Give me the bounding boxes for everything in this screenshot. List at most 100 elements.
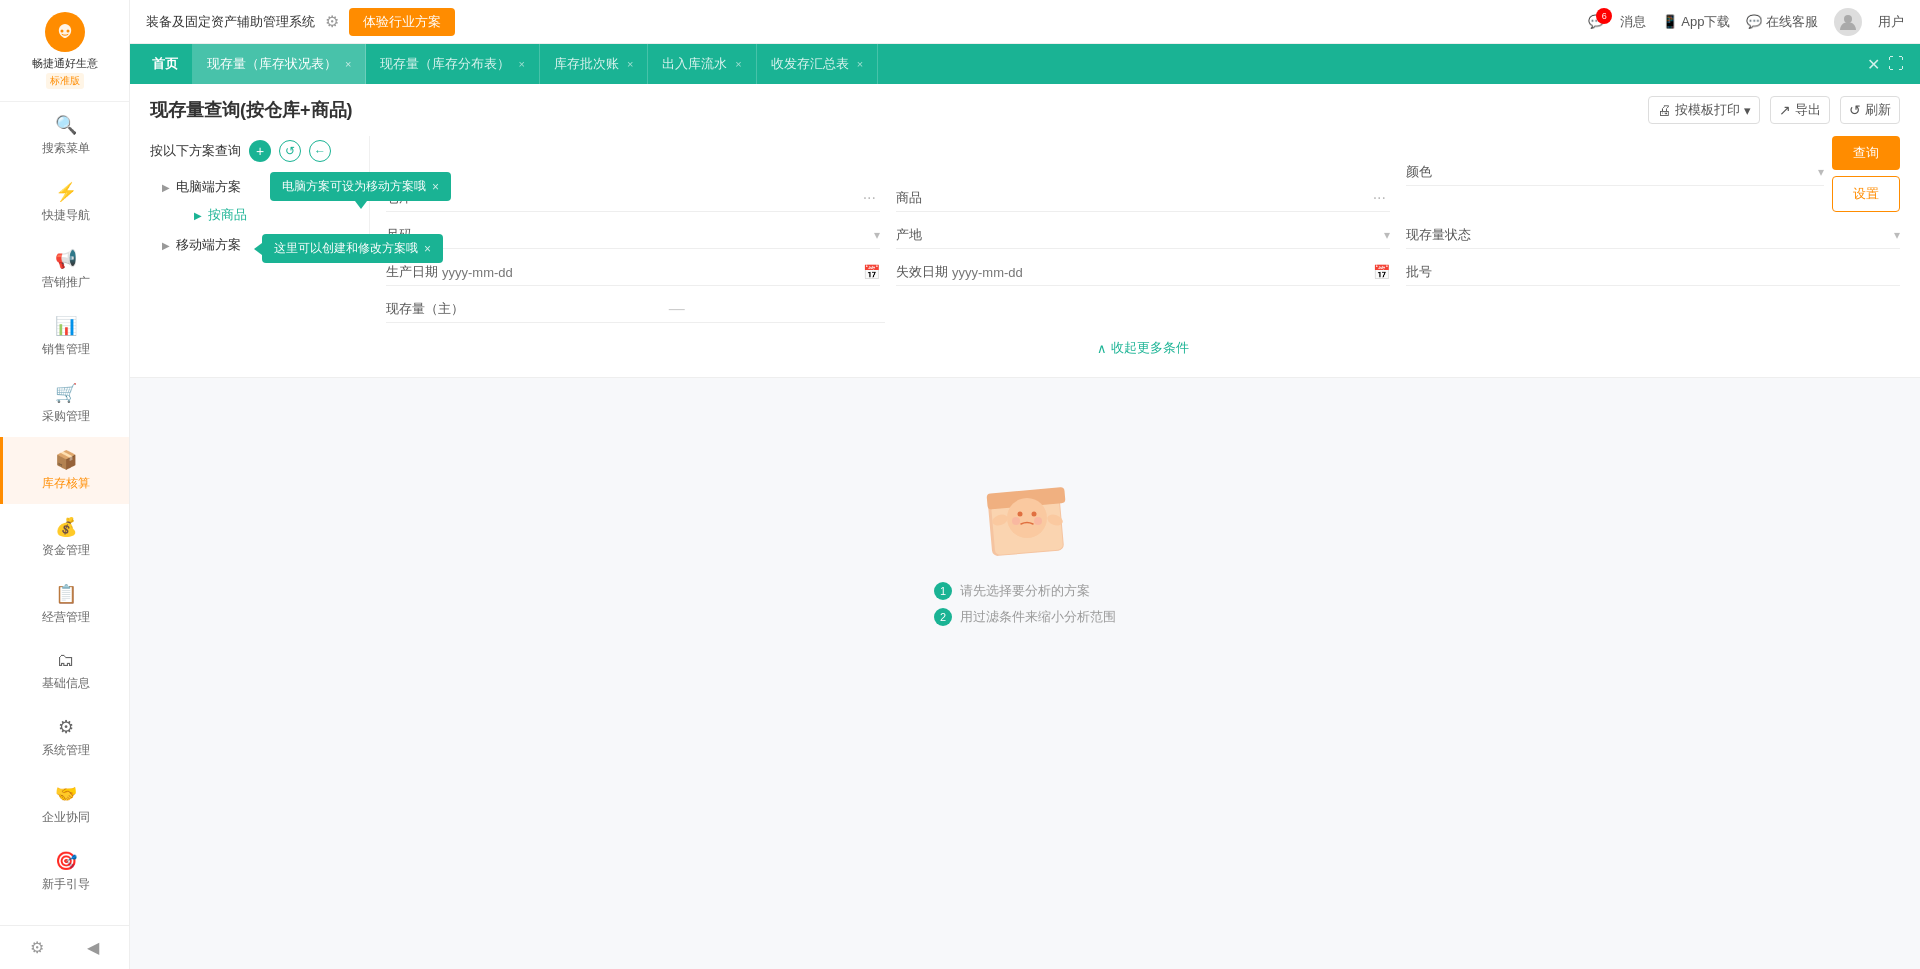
print-button[interactable]: 🖨 按模板打印 ▾ [1648,96,1760,124]
svg-point-7 [1018,512,1023,517]
stock-qty-dash: — [669,300,685,318]
size-dropdown[interactable]: ▾ [874,228,880,242]
system-icon: ⚙ [58,716,74,738]
page-title: 现存量查询(按仓库+商品) [150,98,353,122]
step1-num: 1 [934,582,952,600]
filter-label: 按以下方案查询 [150,142,241,160]
tab-close-all[interactable]: ✕ [1867,55,1880,74]
sidebar-item-operations[interactable]: 📋 经营管理 [0,571,129,638]
reset-button[interactable]: 设置 [1832,176,1900,212]
color-label: 颜色 [1406,163,1432,181]
user-avatar [1834,8,1862,36]
sidebar-item-label: 搜索菜单 [42,140,90,157]
batch-no-input[interactable] [1436,265,1900,280]
scheme-desktop-arrow: ▶ [162,182,170,193]
origin-dropdown[interactable]: ▾ [1384,228,1390,242]
origin-field: 产地 ▾ [896,226,1390,249]
tab-stock-status-label: 现存量（库存状况表） [207,55,337,73]
settings-footer-btn[interactable]: ⚙ [30,938,44,957]
tab-actions: ✕ ⛶ [1859,55,1912,74]
tab-batch[interactable]: 库存批次账 × [540,44,648,84]
online-service[interactable]: 💬 在线客服 [1746,13,1818,31]
tab-inout[interactable]: 出入库流水 × [648,44,756,84]
sidebar-item-basic[interactable]: 🗂 基础信息 [0,638,129,704]
tab-expand[interactable]: ⛶ [1888,55,1904,74]
finance-icon: 💰 [55,516,77,538]
tab-stock-dist-close[interactable]: × [518,58,524,70]
tooltip2-text: 这里可以创建和修改方案哦 [274,240,418,257]
search-button[interactable]: 查询 [1832,136,1900,170]
system-title: 装备及固定资产辅助管理系统 [146,13,315,31]
tab-stock-status-close[interactable]: × [345,58,351,70]
scheme-desktop-child[interactable]: ▶ 按商品 [178,202,353,228]
tooltip1-close[interactable]: × [432,180,439,194]
step2-num: 2 [934,608,952,626]
stock-status-dropdown[interactable]: ▾ [1894,228,1900,242]
collapse-conditions-button[interactable]: ∧ 收起更多条件 [386,331,1900,365]
sidebar-item-inventory[interactable]: 📦 库存核算 [0,437,129,504]
filter-add-button[interactable]: + [249,140,271,162]
stock-status-field: 现存量状态 ▾ [1406,226,1900,249]
logo-badge: 标准版 [46,73,84,89]
prod-date-label: 生产日期 [386,263,438,281]
svg-point-0 [60,30,63,33]
search-icon: 🔍 [55,114,77,136]
tab-inout-close[interactable]: × [735,58,741,70]
print-label: 按模板打印 [1675,101,1740,119]
tab-batch-close[interactable]: × [627,58,633,70]
collapse-sidebar-btn[interactable]: ◀ [87,938,99,957]
marketing-icon: 📢 [55,248,77,270]
page-header: 现存量查询(按仓库+商品) 🖨 按模板打印 ▾ ↗ 导出 ↺ 刷新 [130,84,1920,124]
sidebar-item-label: 系统管理 [42,742,90,759]
settings-icon[interactable]: ⚙ [325,12,339,31]
message-icon[interactable]: 💬 6 [1588,14,1604,29]
stock-qty-max[interactable] [691,302,886,317]
tooltip-scheme-mobile: 电脑方案可设为移动方案哦 × [270,172,451,201]
empty-illustration [975,458,1075,558]
sidebar-item-marketing[interactable]: 📢 营销推广 [0,236,129,303]
filter-refresh-button[interactable]: ↺ [279,140,301,162]
sidebar-item-purchase[interactable]: 🛒 采购管理 [0,370,129,437]
user-label[interactable]: 用户 [1878,13,1904,31]
tab-stock-dist[interactable]: 现存量（库存分布表） × [366,44,539,84]
tab-summary-close[interactable]: × [857,58,863,70]
tooltip2-close[interactable]: × [424,242,431,256]
tab-home[interactable]: 首页 [138,44,193,84]
refresh-button[interactable]: ↺ 刷新 [1840,96,1900,124]
sidebar-item-system[interactable]: ⚙ 系统管理 [0,704,129,771]
print-dropdown[interactable]: ▾ [1744,103,1751,118]
trial-button[interactable]: 体验行业方案 [349,8,455,36]
step1-text: 请先选择要分析的方案 [960,578,1090,604]
stock-qty-min[interactable] [468,302,663,317]
warehouse-dots[interactable]: ··· [863,189,876,207]
message-label[interactable]: 消息 [1620,13,1646,31]
sidebar-item-label: 经营管理 [42,609,90,626]
prod-date-calendar-icon[interactable]: 📅 [863,264,880,280]
stock-qty-field: 现存量（主） — [386,300,885,323]
stock-status-label: 现存量状态 [1406,226,1471,244]
batch-no-field: 批号 [1406,263,1900,286]
sidebar-item-guide[interactable]: 🎯 新手引导 [0,838,129,905]
export-button[interactable]: ↗ 导出 [1770,96,1830,124]
filter-back-button[interactable]: ← [309,140,331,162]
sidebar-item-search[interactable]: 🔍 搜索菜单 [0,102,129,169]
prod-date-start[interactable] [442,265,859,280]
sidebar-item-finance[interactable]: 💰 资金管理 [0,504,129,571]
scheme-mobile-arrow: ▶ [162,240,170,251]
sidebar-item-sales[interactable]: 📊 销售管理 [0,303,129,370]
sidebar-item-label: 营销推广 [42,274,90,291]
color-dropdown[interactable]: ▾ [1818,165,1824,179]
sidebar-item-enterprise[interactable]: 🤝 企业协同 [0,771,129,838]
color-and-actions: 颜色 ▾ 查询 设置 [1406,136,1900,212]
tab-summary[interactable]: 收发存汇总表 × [757,44,878,84]
logo-icon [45,12,85,52]
expire-date-calendar-icon[interactable]: 📅 [1373,264,1390,280]
goods-dots[interactable]: ··· [1373,189,1386,207]
tab-stock-status[interactable]: 现存量（库存状况表） × [193,44,366,84]
export-label: 导出 [1795,101,1821,119]
expire-date-start[interactable] [952,265,1369,280]
sidebar-item-label: 资金管理 [42,542,90,559]
app-download[interactable]: 📱 App下载 [1662,13,1730,31]
sidebar-item-quicknav[interactable]: ⚡ 快捷导航 [0,169,129,236]
tab-batch-label: 库存批次账 [554,55,619,73]
